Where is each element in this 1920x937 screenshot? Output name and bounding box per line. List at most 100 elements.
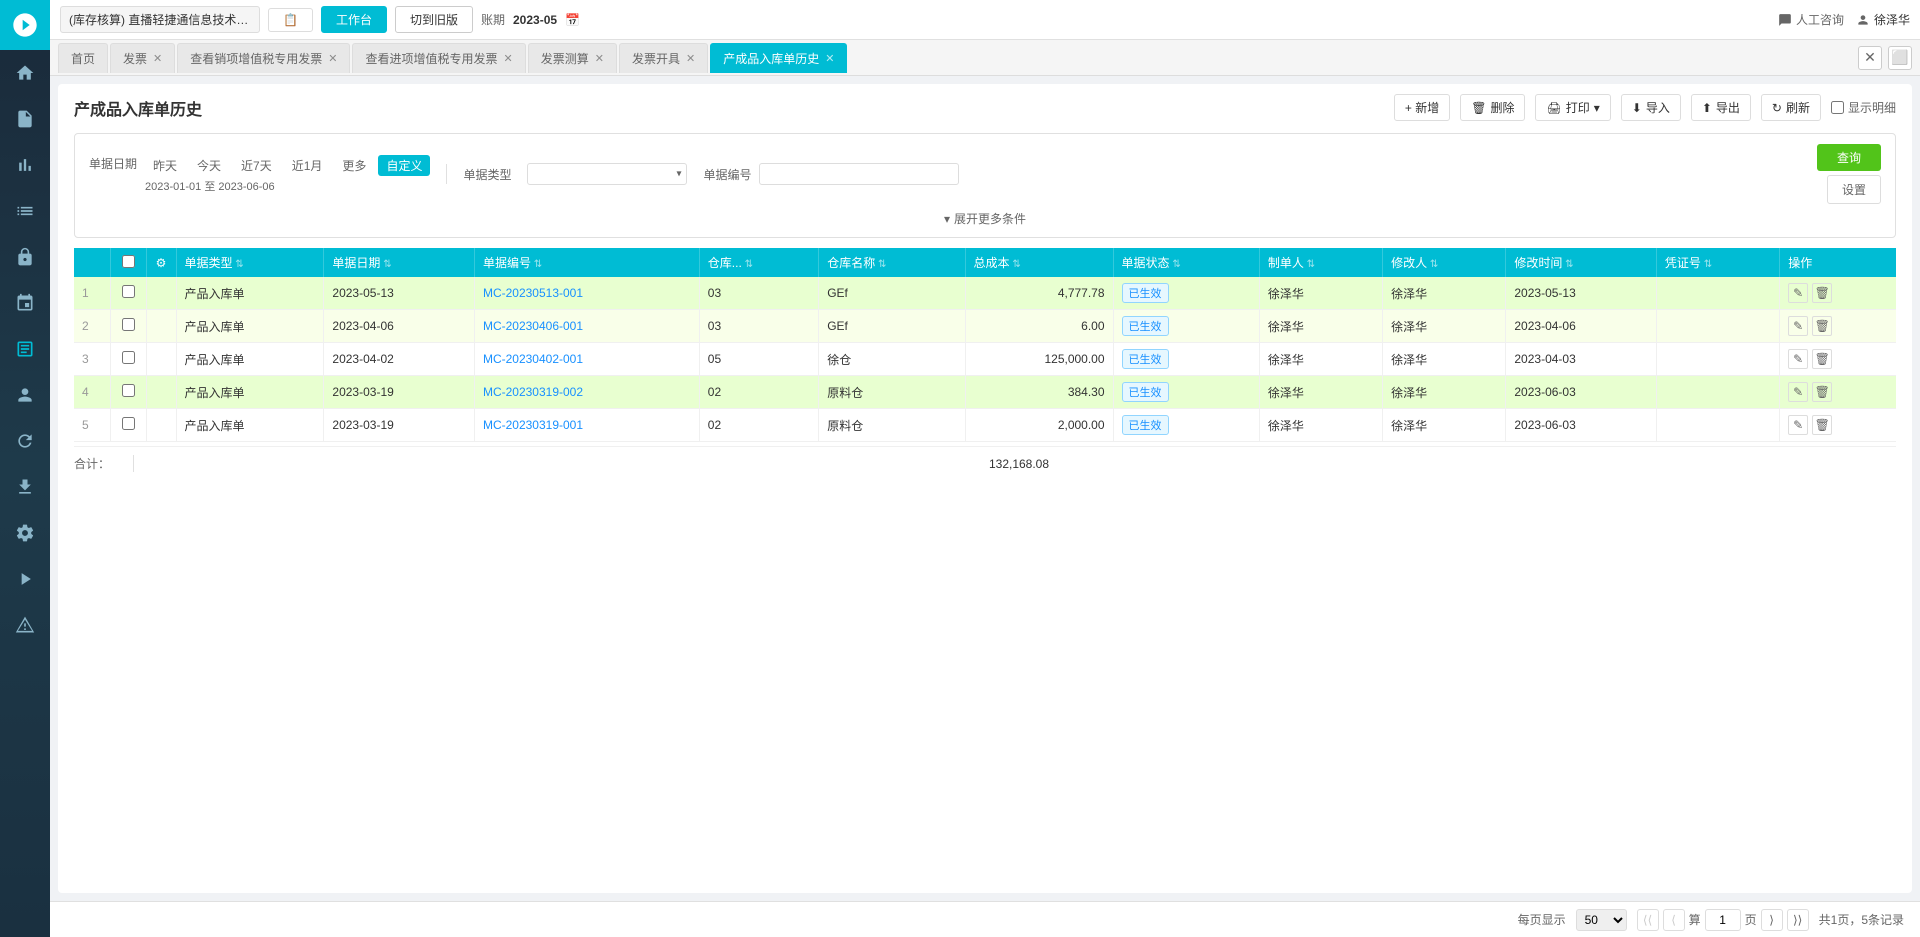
tab-purchase-invoice[interactable]: 查看进项增值税专用发票 ✕ [352,43,525,73]
setting-btn[interactable]: 设置 [1827,175,1881,204]
sidebar-refresh[interactable] [0,418,50,464]
close-tab-sales[interactable]: ✕ [328,52,337,65]
page-input[interactable] [1705,909,1741,931]
tab-history[interactable]: 产成品入库单历史 ✕ [710,43,847,73]
sidebar-chart[interactable] [0,142,50,188]
copy-btn[interactable]: 📋 [268,8,313,32]
col-warehouse-code[interactable]: 仓库... [699,248,818,277]
expand-btn[interactable]: ▾ 展开更多条件 [944,210,1026,227]
display-detail-checkbox[interactable] [1831,101,1844,114]
select-all-checkbox[interactable] [122,255,135,268]
edit-icon[interactable]: ✎ [1788,415,1808,435]
calendar-icon[interactable]: 📅 [565,13,580,27]
col-total-cost[interactable]: 总成本 [965,248,1113,277]
row-number-link[interactable]: MC-20230402-001 [483,352,583,366]
trash-icon[interactable]: 🗑 [1812,415,1832,435]
sidebar-lock[interactable] [0,234,50,280]
col-status[interactable]: 单据状态 [1113,248,1259,277]
number-input[interactable] [759,163,959,185]
trash-icon[interactable]: 🗑 [1812,349,1832,369]
edit-icon[interactable]: ✎ [1788,349,1808,369]
row-number-link[interactable]: MC-20230406-001 [483,319,583,333]
edit-icon[interactable]: ✎ [1788,316,1808,336]
row-number[interactable]: MC-20230406-001 [474,310,699,343]
row-number[interactable]: MC-20230402-001 [474,343,699,376]
row-checkbox[interactable] [122,318,135,331]
sidebar-warehouse[interactable] [0,326,50,372]
row-checkbox[interactable] [122,417,135,430]
col-settings[interactable]: ⚙ [146,248,176,277]
col-modify-time[interactable]: 修改时间 [1506,248,1657,277]
row-checkbox-cell[interactable] [110,277,146,310]
close-tab-calc[interactable]: ✕ [595,52,604,65]
sidebar-settings[interactable] [0,510,50,556]
sidebar-invoice[interactable] [0,96,50,142]
user-name[interactable]: 徐泽华 [1856,11,1910,28]
first-page-btn[interactable]: ⟨⟨ [1637,909,1659,931]
tab-sales-invoice[interactable]: 查看销项增值税专用发票 ✕ [177,43,350,73]
trash-icon[interactable]: 🗑 [1812,283,1832,303]
sidebar-home[interactable] [0,50,50,96]
query-btn[interactable]: 查询 [1817,144,1881,171]
col-number[interactable]: 单据编号 [474,248,699,277]
row-checkbox[interactable] [122,351,135,364]
tab-issue[interactable]: 发票开具 ✕ [619,43,708,73]
close-tab-purchase[interactable]: ✕ [504,52,513,65]
close-tab-issue[interactable]: ✕ [686,52,695,65]
print-btn[interactable]: 🖨 打印 ▾ [1535,94,1610,121]
row-number-link[interactable]: MC-20230319-001 [483,418,583,432]
row-checkbox-cell[interactable] [110,376,146,409]
maximize-tab-btn[interactable]: ⬜ [1888,46,1912,70]
col-checkbox[interactable] [110,248,146,277]
tab-invoice[interactable]: 发票 ✕ [110,43,175,73]
sidebar-play[interactable] [0,556,50,602]
tab-home[interactable]: 首页 [58,43,108,73]
next-page-btn[interactable]: ⟩ [1761,909,1783,931]
row-number[interactable]: MC-20230319-001 [474,409,699,442]
trash-icon[interactable]: 🗑 [1812,316,1832,336]
row-checkbox-cell[interactable] [110,343,146,376]
col-warehouse-name[interactable]: 仓库名称 [819,248,965,277]
import-btn[interactable]: ⬇ 导入 [1621,94,1681,121]
col-creator[interactable]: 制单人 [1259,248,1382,277]
trash-icon[interactable]: 🗑 [1812,382,1832,402]
date-btn-today[interactable]: 今天 [189,155,229,176]
close-tab-btn[interactable]: ✕ [1858,46,1882,70]
col-type[interactable]: 单据类型 [176,248,324,277]
refresh-btn[interactable]: ↻ 刷新 [1761,94,1821,121]
col-date[interactable]: 单据日期 [324,248,475,277]
export-btn[interactable]: ⬆ 导出 [1691,94,1751,121]
sidebar-user[interactable] [0,372,50,418]
workbench-btn[interactable]: 工作台 [321,6,387,33]
date-btn-more[interactable]: 更多 [334,155,374,176]
col-modifier[interactable]: 修改人 [1383,248,1506,277]
row-checkbox[interactable] [122,285,135,298]
delete-btn[interactable]: 🗑 删除 [1460,94,1525,121]
new-btn[interactable]: + 新增 [1394,94,1450,121]
date-btn-custom[interactable]: 自定义 [378,155,430,176]
row-number-link[interactable]: MC-20230319-002 [483,385,583,399]
row-number[interactable]: MC-20230513-001 [474,277,699,310]
date-btn-yesterday[interactable]: 昨天 [145,155,185,176]
last-page-btn[interactable]: ⟩⟩ [1787,909,1809,931]
date-btn-7days[interactable]: 近7天 [233,155,280,176]
row-checkbox[interactable] [122,384,135,397]
sidebar-calendar[interactable] [0,280,50,326]
close-tab-history[interactable]: ✕ [825,52,834,65]
sidebar-list[interactable] [0,188,50,234]
switch-btn[interactable]: 切到旧版 [395,6,473,33]
date-btn-1month[interactable]: 近1月 [284,155,331,176]
user-service[interactable]: 人工咨询 [1778,11,1844,28]
tab-calc[interactable]: 发票测算 ✕ [528,43,617,73]
row-checkbox-cell[interactable] [110,310,146,343]
row-number-link[interactable]: MC-20230513-001 [483,286,583,300]
edit-icon[interactable]: ✎ [1788,283,1808,303]
sidebar-download[interactable] [0,464,50,510]
edit-icon[interactable]: ✎ [1788,382,1808,402]
per-page-select[interactable]: 50 100 200 [1576,909,1627,931]
prev-page-btn[interactable]: ⟨ [1663,909,1685,931]
col-voucher[interactable]: 凭证号 [1656,248,1779,277]
display-detail-label[interactable]: 显示明细 [1831,99,1896,116]
row-number[interactable]: MC-20230319-002 [474,376,699,409]
close-tab-invoice[interactable]: ✕ [153,52,162,65]
